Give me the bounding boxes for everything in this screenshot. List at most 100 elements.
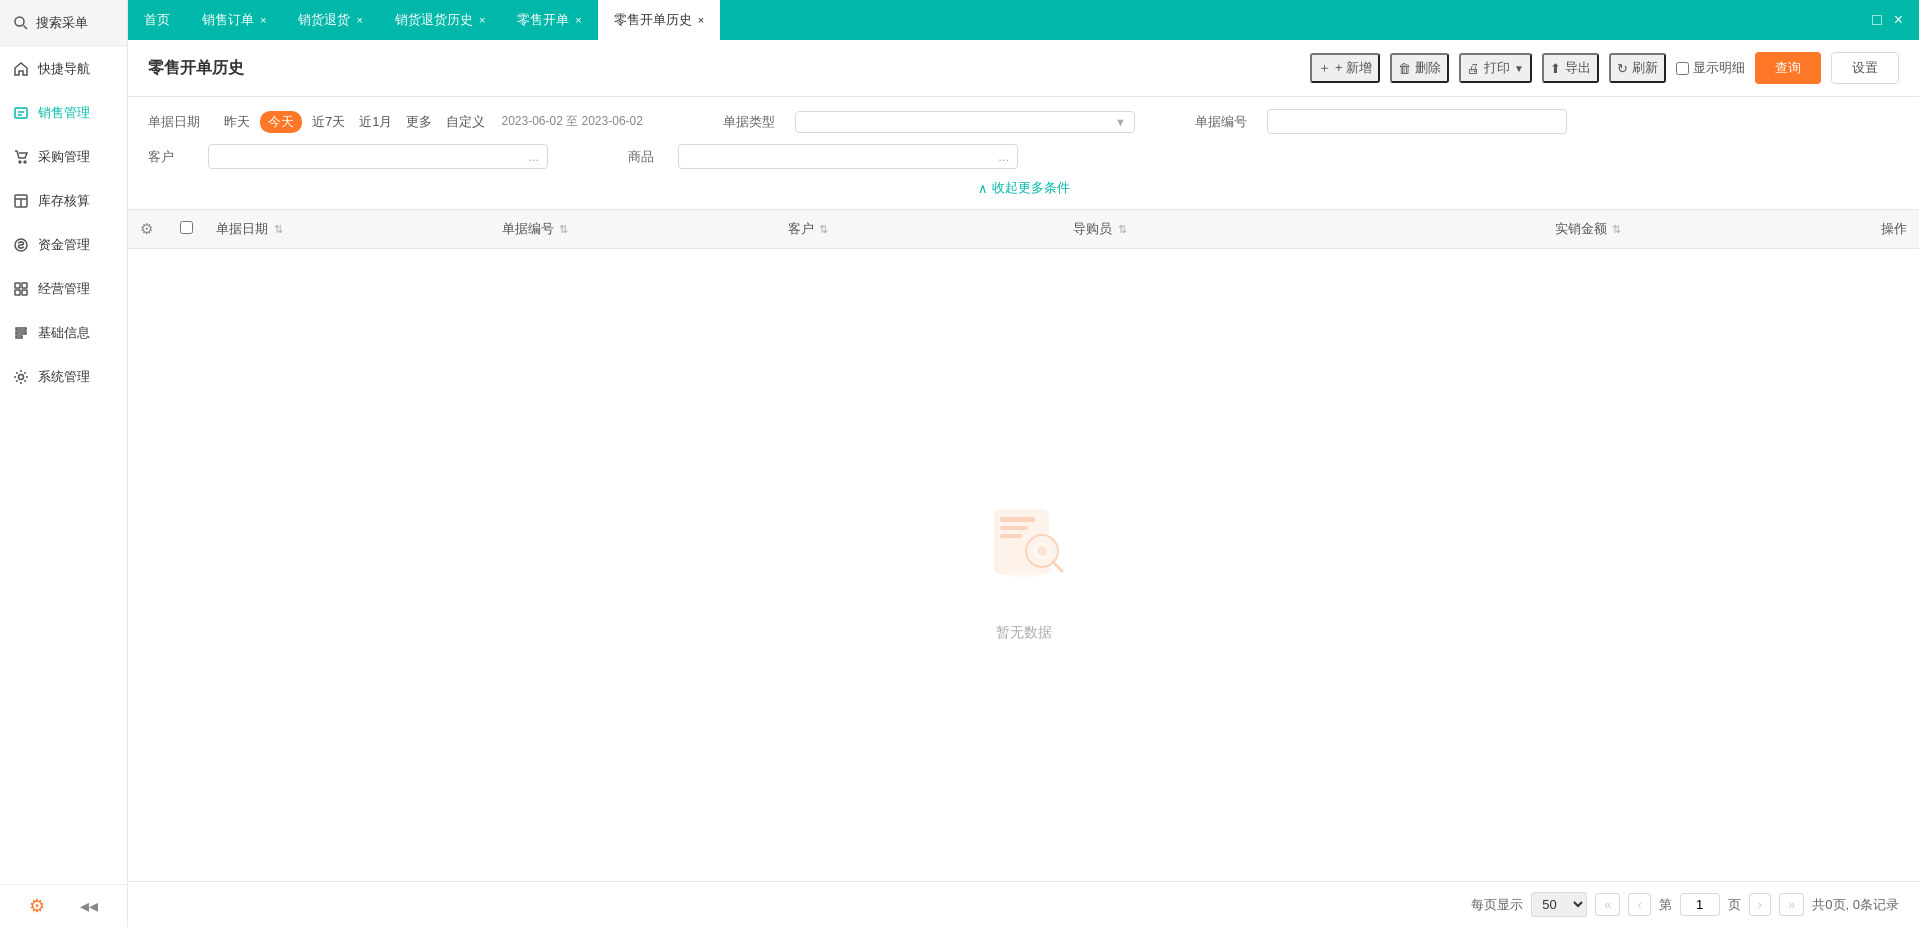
basic-icon <box>12 324 30 342</box>
th-customer-sort-icon[interactable]: ⇅ <box>819 223 828 235</box>
sidebar-item-label: 资金管理 <box>38 236 90 254</box>
filter-row-2: 客户 ... 商品 ... <box>148 144 1899 169</box>
tab-sales-return-history[interactable]: 销货退货历史 × <box>379 0 501 40</box>
th-date: 单据日期 ⇅ <box>204 210 490 249</box>
type-dropdown-icon: ▼ <box>1115 116 1126 128</box>
export-icon: ⬆ <box>1550 61 1561 76</box>
sales-icon <box>12 104 30 122</box>
svg-rect-22 <box>1000 534 1022 538</box>
customer-input[interactable] <box>217 149 528 164</box>
date-opt-last7[interactable]: 近7天 <box>308 111 349 133</box>
svg-line-25 <box>1053 562 1062 571</box>
display-toggle[interactable]: 显示明细 <box>1676 59 1745 77</box>
per-page-label: 每页显示 <box>1471 896 1523 914</box>
page-content: 零售开单历史 ＋ + 新增 🗑 删除 🖨 打印 ▼ ⬆ 导出 <box>128 40 1919 927</box>
number-input[interactable] <box>1276 114 1558 129</box>
tab-sales-return-history-label: 销货退货历史 <box>395 11 473 29</box>
query-button[interactable]: 查询 <box>1755 52 1821 84</box>
th-actual-amount-sort-icon[interactable]: ⇅ <box>1612 223 1621 235</box>
first-page-btn[interactable]: « <box>1595 893 1620 916</box>
collapse-sidebar-btn[interactable]: ◂◂ <box>80 895 98 917</box>
select-all-checkbox[interactable] <box>180 221 193 234</box>
page-title: 零售开单历史 <box>148 58 244 79</box>
sidebar-item-system-mgmt[interactable]: 系统管理 <box>0 355 127 399</box>
svg-point-26 <box>1037 546 1047 556</box>
date-options: 昨天 今天 近7天 近1月 更多 自定义 2023-06-02 至 2023-0… <box>220 111 643 133</box>
date-opt-more[interactable]: 更多 <box>402 111 436 133</box>
page-actions: ＋ + 新增 🗑 删除 🖨 打印 ▼ ⬆ 导出 ↻ <box>1310 52 1899 84</box>
th-date-sort-icon[interactable]: ⇅ <box>274 223 283 235</box>
svg-point-0 <box>15 17 24 26</box>
tab-retail-open[interactable]: 零售开单 × <box>501 0 597 40</box>
svg-rect-20 <box>1000 517 1035 522</box>
window-restore-btn[interactable]: □ <box>1868 7 1886 33</box>
date-opt-custom[interactable]: 自定义 <box>442 111 489 133</box>
sidebar-bottom: ⚙ ◂◂ <box>0 884 127 927</box>
svg-rect-14 <box>22 283 27 288</box>
print-button[interactable]: 🖨 打印 ▼ <box>1459 53 1532 83</box>
goods-ellipsis-btn[interactable]: ... <box>998 149 1009 164</box>
sidebar-item-operations[interactable]: 经营管理 <box>0 267 127 311</box>
ops-icon <box>12 280 30 298</box>
sidebar-item-inventory[interactable]: 库存核算 <box>0 179 127 223</box>
display-checkbox[interactable] <box>1676 62 1689 75</box>
goods-input-wrap: ... <box>678 144 1018 169</box>
svg-point-5 <box>19 161 21 163</box>
per-page-select[interactable]: 50 10 20 100 <box>1531 892 1587 917</box>
sidebar-item-label: 系统管理 <box>38 368 90 386</box>
table-settings-icon[interactable]: ⚙ <box>140 220 153 237</box>
sidebar-nav: 快捷导航 销售管理 采购管理 <box>0 47 127 884</box>
tab-sales-return-history-close[interactable]: × <box>479 14 485 26</box>
goods-input[interactable] <box>687 149 998 164</box>
tab-retail-open-history[interactable]: 零售开单历史 × <box>598 0 720 40</box>
collapse-filter-label: 收起更多条件 <box>992 179 1070 197</box>
tab-sales-return-close[interactable]: × <box>356 14 362 26</box>
page-number-input[interactable] <box>1680 893 1720 916</box>
delete-button[interactable]: 🗑 删除 <box>1390 53 1449 83</box>
settings-btn[interactable]: ⚙ <box>29 895 45 917</box>
goods-filter-label: 商品 <box>628 148 654 166</box>
top-nav: 首页 销售订单 × 销货退货 × 销货退货历史 × 零售开单 × 零售开单历史 … <box>128 0 1919 40</box>
add-button[interactable]: ＋ + 新增 <box>1310 53 1380 83</box>
window-close-btn[interactable]: × <box>1890 7 1907 33</box>
prev-page-btn[interactable]: ‹ <box>1628 893 1650 916</box>
refresh-button[interactable]: ↻ 刷新 <box>1609 53 1666 83</box>
sidebar: 搜索采单 快捷导航 销售管理 <box>0 0 128 927</box>
page-word-after: 页 <box>1728 896 1741 914</box>
collapse-filter-btn[interactable]: ∧ 收起更多条件 <box>148 179 1899 197</box>
home-icon <box>12 60 30 78</box>
tab-sales-return[interactable]: 销货退货 × <box>282 0 378 40</box>
date-opt-today[interactable]: 今天 <box>260 111 302 133</box>
customer-ellipsis-btn[interactable]: ... <box>528 149 539 164</box>
top-nav-right: □ × <box>1868 7 1919 33</box>
sidebar-item-sales-mgmt[interactable]: 销售管理 <box>0 91 127 135</box>
tab-home[interactable]: 首页 <box>128 0 186 40</box>
tab-retail-open-close[interactable]: × <box>575 14 581 26</box>
sidebar-item-finance[interactable]: 资金管理 <box>0 223 127 267</box>
tab-retail-open-history-label: 零售开单历史 <box>614 11 692 29</box>
type-select[interactable]: ▼ <box>795 111 1135 133</box>
th-number-sort-icon[interactable]: ⇅ <box>559 223 568 235</box>
page-header: 零售开单历史 ＋ + 新增 🗑 删除 🖨 打印 ▼ ⬆ 导出 <box>128 40 1919 97</box>
sidebar-item-basic-info[interactable]: 基础信息 <box>0 311 127 355</box>
tab-sales-order[interactable]: 销售订单 × <box>186 0 282 40</box>
export-button[interactable]: ⬆ 导出 <box>1542 53 1599 83</box>
svg-rect-2 <box>15 108 27 118</box>
sidebar-item-quick-nav[interactable]: 快捷导航 <box>0 47 127 91</box>
th-salesperson-sort-icon[interactable]: ⇅ <box>1118 223 1127 235</box>
settings-button[interactable]: 设置 <box>1831 52 1899 84</box>
sidebar-item-label: 快捷导航 <box>38 60 90 78</box>
finance-icon <box>12 236 30 254</box>
tab-sales-order-close[interactable]: × <box>260 14 266 26</box>
tab-sales-return-label: 销货退货 <box>298 11 350 29</box>
next-page-btn[interactable]: › <box>1749 893 1771 916</box>
last-page-btn[interactable]: » <box>1779 893 1804 916</box>
sidebar-search[interactable]: 搜索采单 <box>0 0 127 47</box>
empty-text-label: 暂无数据 <box>996 624 1052 642</box>
date-opt-yesterday[interactable]: 昨天 <box>220 111 254 133</box>
date-opt-last-month[interactable]: 近1月 <box>355 111 396 133</box>
total-label: 共0页, 0条记录 <box>1812 896 1899 914</box>
tab-retail-open-history-close[interactable]: × <box>698 14 704 26</box>
sidebar-item-purchase-mgmt[interactable]: 采购管理 <box>0 135 127 179</box>
pagination: 每页显示 50 10 20 100 « ‹ 第 页 › » 共0页, 0条记录 <box>128 881 1919 927</box>
